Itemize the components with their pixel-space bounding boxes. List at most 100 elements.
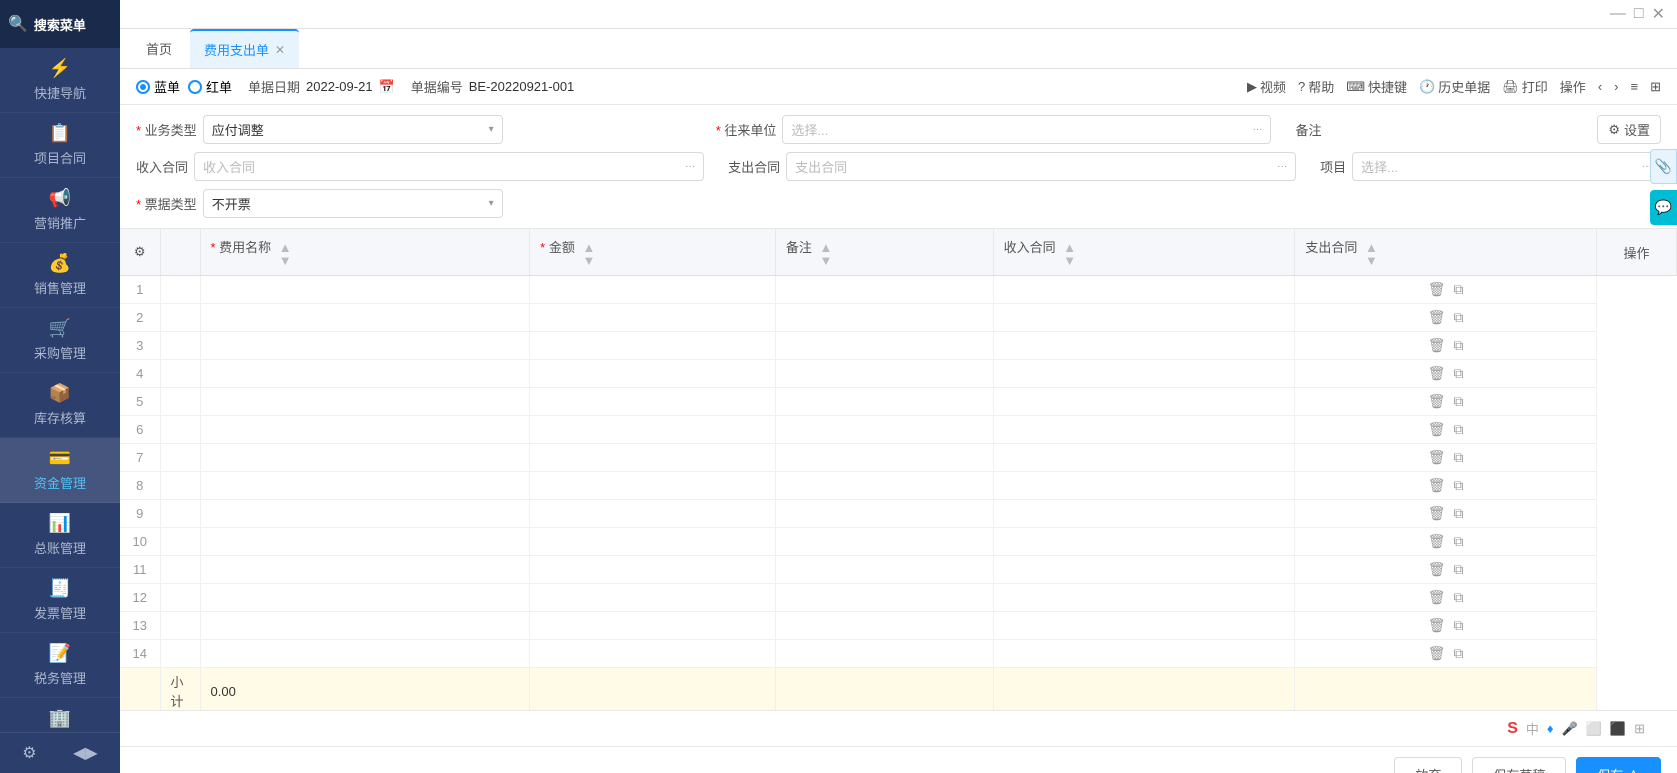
row-expense-contract-11[interactable]	[993, 556, 1295, 584]
row-income-contract-3[interactable]	[775, 332, 993, 360]
row-income-contract-9[interactable]	[775, 500, 993, 528]
sidebar-item-purchase[interactable]: 🛒采购管理	[0, 308, 120, 373]
income-contract-input[interactable]: 收入合同 ···	[194, 152, 704, 181]
delete-icon-5[interactable]: 🗑	[1428, 393, 1446, 410]
delete-icon-8[interactable]: 🗑	[1428, 477, 1446, 494]
row-income-contract-2[interactable]	[775, 304, 993, 332]
delete-icon-4[interactable]: 🗑	[1428, 365, 1446, 382]
delete-icon-13[interactable]: 🗑	[1428, 617, 1446, 634]
row-memo-4[interactable]	[530, 360, 776, 388]
row-amount-5[interactable]	[200, 388, 530, 416]
prev-button[interactable]: ‹	[1598, 79, 1602, 94]
row-amount-2[interactable]	[200, 304, 530, 332]
row-expense-name-14[interactable]	[160, 640, 200, 668]
row-expense-contract-8[interactable]	[993, 472, 1295, 500]
delete-icon-14[interactable]: 🗑	[1428, 645, 1446, 662]
delete-icon-6[interactable]: 🗑	[1428, 421, 1446, 438]
row-expense-name-7[interactable]	[160, 444, 200, 472]
row-memo-11[interactable]	[530, 556, 776, 584]
sidebar-item-invoice[interactable]: 🧾发票管理	[0, 568, 120, 633]
volume-icon[interactable]: ◀▶	[73, 743, 98, 763]
row-expense-name-4[interactable]	[160, 360, 200, 388]
video-button[interactable]: ▶ 视频	[1247, 77, 1286, 96]
delete-icon-12[interactable]: 🗑	[1428, 589, 1446, 606]
row-amount-3[interactable]	[200, 332, 530, 360]
row-memo-3[interactable]	[530, 332, 776, 360]
row-expense-name-8[interactable]	[160, 472, 200, 500]
minimize-button[interactable]: —	[1610, 5, 1626, 23]
copy-icon-1[interactable]: ⧉	[1454, 281, 1464, 298]
row-income-contract-4[interactable]	[775, 360, 993, 388]
sidebar-item-tax[interactable]: 📝税务管理	[0, 633, 120, 698]
row-memo-12[interactable]	[530, 584, 776, 612]
th-income-contract[interactable]: 收入合同 ▲▼	[993, 229, 1295, 276]
copy-icon-13[interactable]: ⧉	[1454, 617, 1464, 634]
th-settings[interactable]: ⚙	[120, 229, 160, 276]
row-income-contract-1[interactable]	[775, 276, 993, 304]
save-draft-button[interactable]: 保存草稿	[1472, 757, 1566, 773]
sidebar-item-sales[interactable]: 💰销售管理	[0, 243, 120, 308]
row-expense-name-3[interactable]	[160, 332, 200, 360]
tab-home[interactable]: 首页	[132, 29, 186, 68]
row-expense-contract-5[interactable]	[993, 388, 1295, 416]
th-expense-name[interactable]: * 费用名称 ▲▼	[200, 229, 530, 276]
row-amount-14[interactable]	[200, 640, 530, 668]
copy-icon-11[interactable]: ⧉	[1454, 561, 1464, 578]
row-memo-5[interactable]	[530, 388, 776, 416]
action-button[interactable]: 操作	[1560, 77, 1586, 96]
tab-expense[interactable]: 费用支出单 ✕	[190, 29, 299, 68]
row-amount-11[interactable]	[200, 556, 530, 584]
row-amount-1[interactable]	[200, 276, 530, 304]
sidebar-item-quick-nav[interactable]: ⚡快捷导航	[0, 48, 120, 113]
row-memo-14[interactable]	[530, 640, 776, 668]
row-income-contract-6[interactable]	[775, 416, 993, 444]
row-expense-name-1[interactable]	[160, 276, 200, 304]
delete-icon-11[interactable]: 🗑	[1428, 561, 1446, 578]
row-amount-4[interactable]	[200, 360, 530, 388]
row-expense-contract-14[interactable]	[993, 640, 1295, 668]
attachment-button[interactable]: 📎	[1650, 149, 1677, 184]
list-view-button[interactable]: ≡	[1631, 79, 1639, 94]
row-amount-10[interactable]	[200, 528, 530, 556]
invoice-type-select[interactable]: 不开票 ▾	[203, 189, 503, 218]
delete-icon-3[interactable]: 🗑	[1428, 337, 1446, 354]
row-expense-contract-13[interactable]	[993, 612, 1295, 640]
shortcut-button[interactable]: ⌨ 快捷键	[1346, 77, 1407, 96]
copy-icon-14[interactable]: ⧉	[1454, 645, 1464, 662]
row-expense-name-5[interactable]	[160, 388, 200, 416]
th-amount[interactable]: * 金额 ▲▼	[530, 229, 776, 276]
delete-icon-10[interactable]: 🗑	[1428, 533, 1446, 550]
save-button[interactable]: 保存 ∧	[1576, 757, 1661, 773]
row-expense-contract-9[interactable]	[993, 500, 1295, 528]
row-expense-contract-2[interactable]	[993, 304, 1295, 332]
row-income-contract-5[interactable]	[775, 388, 993, 416]
expense-contract-input[interactable]: 支出合同 ···	[786, 152, 1296, 181]
copy-icon-6[interactable]: ⧉	[1454, 421, 1464, 438]
row-expense-name-11[interactable]	[160, 556, 200, 584]
row-memo-7[interactable]	[530, 444, 776, 472]
row-expense-name-6[interactable]	[160, 416, 200, 444]
row-expense-contract-4[interactable]	[993, 360, 1295, 388]
row-amount-9[interactable]	[200, 500, 530, 528]
discard-button[interactable]: 放弃	[1394, 757, 1462, 773]
row-expense-name-10[interactable]	[160, 528, 200, 556]
th-memo[interactable]: 备注 ▲▼	[775, 229, 993, 276]
row-expense-name-13[interactable]	[160, 612, 200, 640]
row-expense-contract-7[interactable]	[993, 444, 1295, 472]
sidebar-item-marketing[interactable]: 📢营销推广	[0, 178, 120, 243]
grid-view-button[interactable]: ⊞	[1650, 79, 1661, 95]
copy-icon-5[interactable]: ⧉	[1454, 393, 1464, 410]
row-income-contract-14[interactable]	[775, 640, 993, 668]
row-expense-name-9[interactable]	[160, 500, 200, 528]
row-income-contract-8[interactable]	[775, 472, 993, 500]
tab-close-icon[interactable]: ✕	[275, 43, 285, 57]
sidebar-item-fixed-assets[interactable]: 🏢固定资产	[0, 698, 120, 732]
business-type-select[interactable]: 应付调整 ▾	[203, 115, 503, 144]
partner-input[interactable]: 选择... ···	[782, 115, 1271, 144]
copy-icon-7[interactable]: ⧉	[1454, 449, 1464, 466]
row-memo-13[interactable]	[530, 612, 776, 640]
sidebar-item-project-contract[interactable]: 📋项目合同	[0, 113, 120, 178]
row-income-contract-10[interactable]	[775, 528, 993, 556]
th-expense-contract[interactable]: 支出合同 ▲▼	[1295, 229, 1597, 276]
copy-icon-2[interactable]: ⧉	[1454, 309, 1464, 326]
